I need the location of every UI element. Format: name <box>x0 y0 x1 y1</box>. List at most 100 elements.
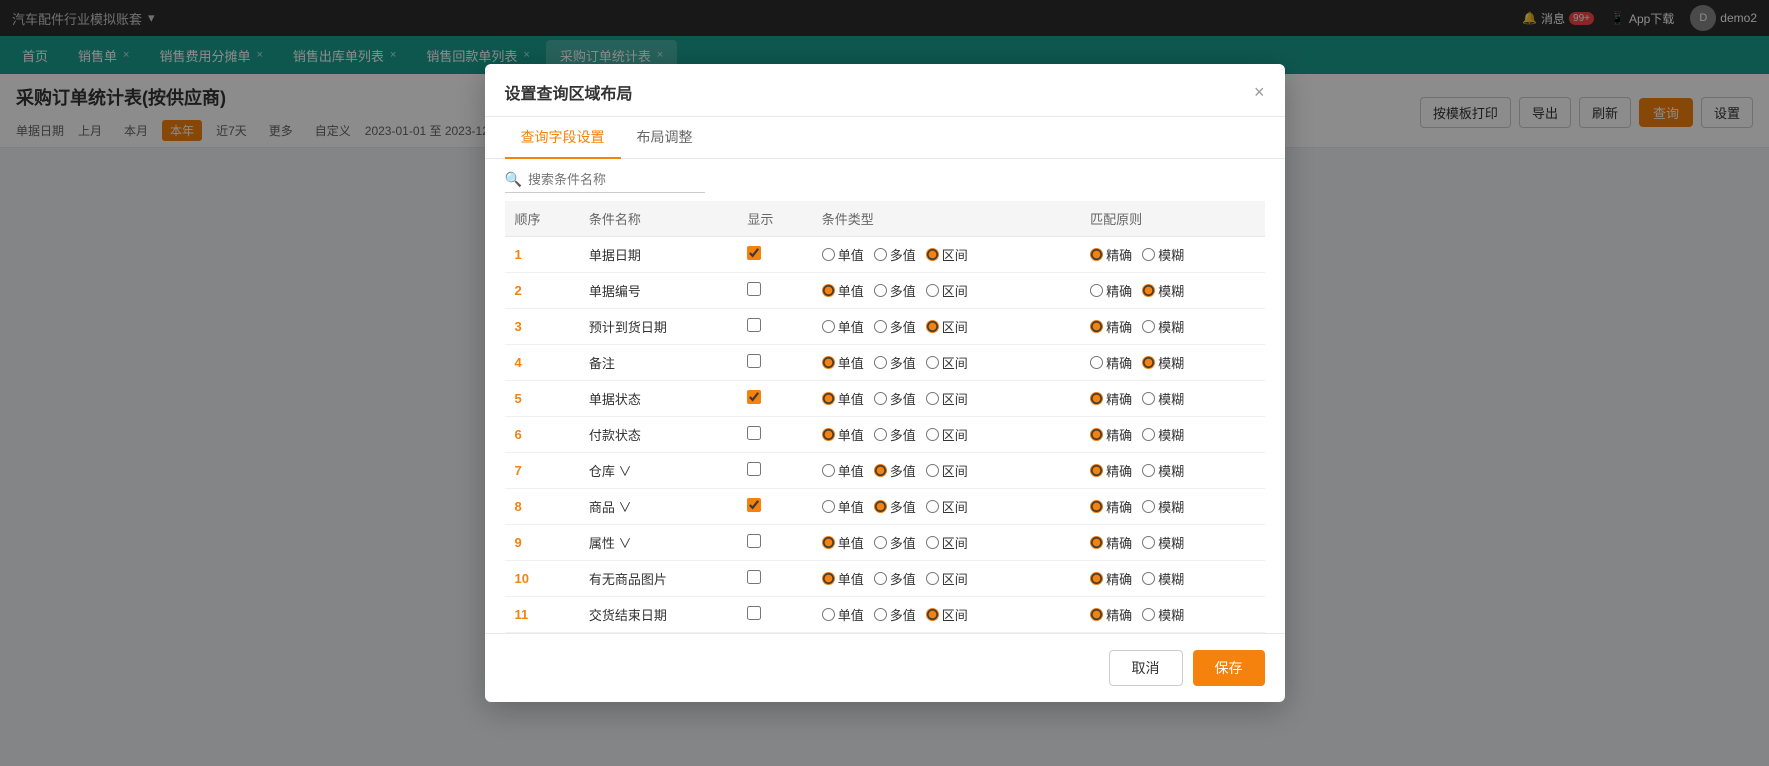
display-checkbox[interactable] <box>747 534 761 548</box>
match-radio[interactable] <box>1090 428 1103 441</box>
match-radio[interactable] <box>1090 464 1103 477</box>
type-radio[interactable] <box>874 536 887 549</box>
type-radio[interactable] <box>926 320 939 333</box>
type-radio[interactable] <box>926 392 939 405</box>
match-radio[interactable] <box>1142 428 1155 441</box>
match-radio[interactable] <box>1090 500 1103 513</box>
type-radio-item[interactable]: 单值 <box>822 317 864 336</box>
match-radio-item[interactable]: 模糊 <box>1142 317 1184 336</box>
type-radio-item[interactable]: 多值 <box>874 569 916 588</box>
type-radio[interactable] <box>926 536 939 549</box>
type-radio[interactable] <box>822 464 835 477</box>
type-radio-item[interactable]: 区间 <box>926 281 968 300</box>
match-radio[interactable] <box>1090 356 1103 369</box>
type-radio[interactable] <box>822 284 835 297</box>
type-radio-item[interactable]: 区间 <box>926 497 968 516</box>
type-radio-item[interactable]: 单值 <box>822 605 864 624</box>
match-radio[interactable] <box>1090 392 1103 405</box>
search-input[interactable] <box>528 172 705 187</box>
type-radio[interactable] <box>926 284 939 297</box>
type-radio-item[interactable]: 单值 <box>822 245 864 264</box>
type-radio[interactable] <box>822 572 835 585</box>
match-radio-item[interactable]: 模糊 <box>1142 497 1184 516</box>
type-radio-item[interactable]: 区间 <box>926 245 968 264</box>
type-radio[interactable] <box>926 248 939 261</box>
type-radio[interactable] <box>874 608 887 621</box>
type-radio-item[interactable]: 多值 <box>874 317 916 336</box>
match-radio-item[interactable]: 精确 <box>1090 245 1132 264</box>
type-radio-item[interactable]: 多值 <box>874 245 916 264</box>
type-radio[interactable] <box>874 320 887 333</box>
match-radio[interactable] <box>1142 500 1155 513</box>
type-radio[interactable] <box>926 572 939 585</box>
match-radio[interactable] <box>1090 248 1103 261</box>
match-radio-item[interactable]: 精确 <box>1090 605 1132 624</box>
display-checkbox[interactable] <box>747 354 761 368</box>
type-radio[interactable] <box>874 284 887 297</box>
type-radio-item[interactable]: 单值 <box>822 425 864 444</box>
type-radio-item[interactable]: 区间 <box>926 353 968 372</box>
match-radio-item[interactable]: 精确 <box>1090 425 1132 444</box>
type-radio[interactable] <box>874 572 887 585</box>
match-radio-item[interactable]: 模糊 <box>1142 425 1184 444</box>
type-radio-item[interactable]: 区间 <box>926 317 968 336</box>
match-radio[interactable] <box>1090 572 1103 585</box>
match-radio-item[interactable]: 精确 <box>1090 317 1132 336</box>
type-radio[interactable] <box>874 500 887 513</box>
match-radio-item[interactable]: 精确 <box>1090 461 1132 480</box>
display-checkbox[interactable] <box>747 426 761 440</box>
display-checkbox[interactable] <box>747 462 761 476</box>
type-radio[interactable] <box>874 356 887 369</box>
match-radio-item[interactable]: 精确 <box>1090 389 1132 408</box>
type-radio[interactable] <box>822 248 835 261</box>
display-checkbox[interactable] <box>747 570 761 584</box>
tab-query-field[interactable]: 查询字段设置 <box>505 117 621 159</box>
match-radio[interactable] <box>1142 608 1155 621</box>
type-radio[interactable] <box>926 500 939 513</box>
type-radio-item[interactable]: 单值 <box>822 533 864 552</box>
type-radio-item[interactable]: 多值 <box>874 353 916 372</box>
display-checkbox[interactable] <box>747 606 761 620</box>
match-radio-item[interactable]: 模糊 <box>1142 605 1184 624</box>
display-checkbox[interactable] <box>747 318 761 332</box>
type-radio-item[interactable]: 多值 <box>874 533 916 552</box>
type-radio[interactable] <box>822 500 835 513</box>
tab-layout[interactable]: 布局调整 <box>621 117 709 159</box>
match-radio[interactable] <box>1142 284 1155 297</box>
type-radio-item[interactable]: 单值 <box>822 281 864 300</box>
match-radio-item[interactable]: 模糊 <box>1142 281 1184 300</box>
type-radio[interactable] <box>822 356 835 369</box>
type-radio[interactable] <box>874 248 887 261</box>
type-radio-item[interactable]: 区间 <box>926 569 968 588</box>
match-radio-item[interactable]: 模糊 <box>1142 353 1184 372</box>
type-radio[interactable] <box>822 608 835 621</box>
display-checkbox[interactable] <box>747 246 761 260</box>
match-radio[interactable] <box>1142 248 1155 261</box>
type-radio-item[interactable]: 多值 <box>874 281 916 300</box>
match-radio-item[interactable]: 模糊 <box>1142 569 1184 588</box>
type-radio-item[interactable]: 多值 <box>874 425 916 444</box>
match-radio[interactable] <box>1142 536 1155 549</box>
match-radio[interactable] <box>1142 356 1155 369</box>
type-radio[interactable] <box>926 464 939 477</box>
type-radio-item[interactable]: 多值 <box>874 389 916 408</box>
type-radio-item[interactable]: 单值 <box>822 569 864 588</box>
type-radio-item[interactable]: 区间 <box>926 605 968 624</box>
type-radio[interactable] <box>926 428 939 441</box>
match-radio[interactable] <box>1090 536 1103 549</box>
type-radio-item[interactable]: 多值 <box>874 605 916 624</box>
type-radio[interactable] <box>874 392 887 405</box>
type-radio-item[interactable]: 多值 <box>874 461 916 480</box>
match-radio-item[interactable]: 模糊 <box>1142 533 1184 552</box>
type-radio-item[interactable]: 单值 <box>822 389 864 408</box>
match-radio-item[interactable]: 精确 <box>1090 569 1132 588</box>
type-radio-item[interactable]: 区间 <box>926 389 968 408</box>
type-radio-item[interactable]: 单值 <box>822 353 864 372</box>
display-checkbox[interactable] <box>747 282 761 296</box>
type-radio-item[interactable]: 单值 <box>822 461 864 480</box>
match-radio-item[interactable]: 精确 <box>1090 533 1132 552</box>
match-radio-item[interactable]: 精确 <box>1090 353 1132 372</box>
match-radio-item[interactable]: 精确 <box>1090 281 1132 300</box>
type-radio[interactable] <box>874 464 887 477</box>
match-radio[interactable] <box>1142 464 1155 477</box>
